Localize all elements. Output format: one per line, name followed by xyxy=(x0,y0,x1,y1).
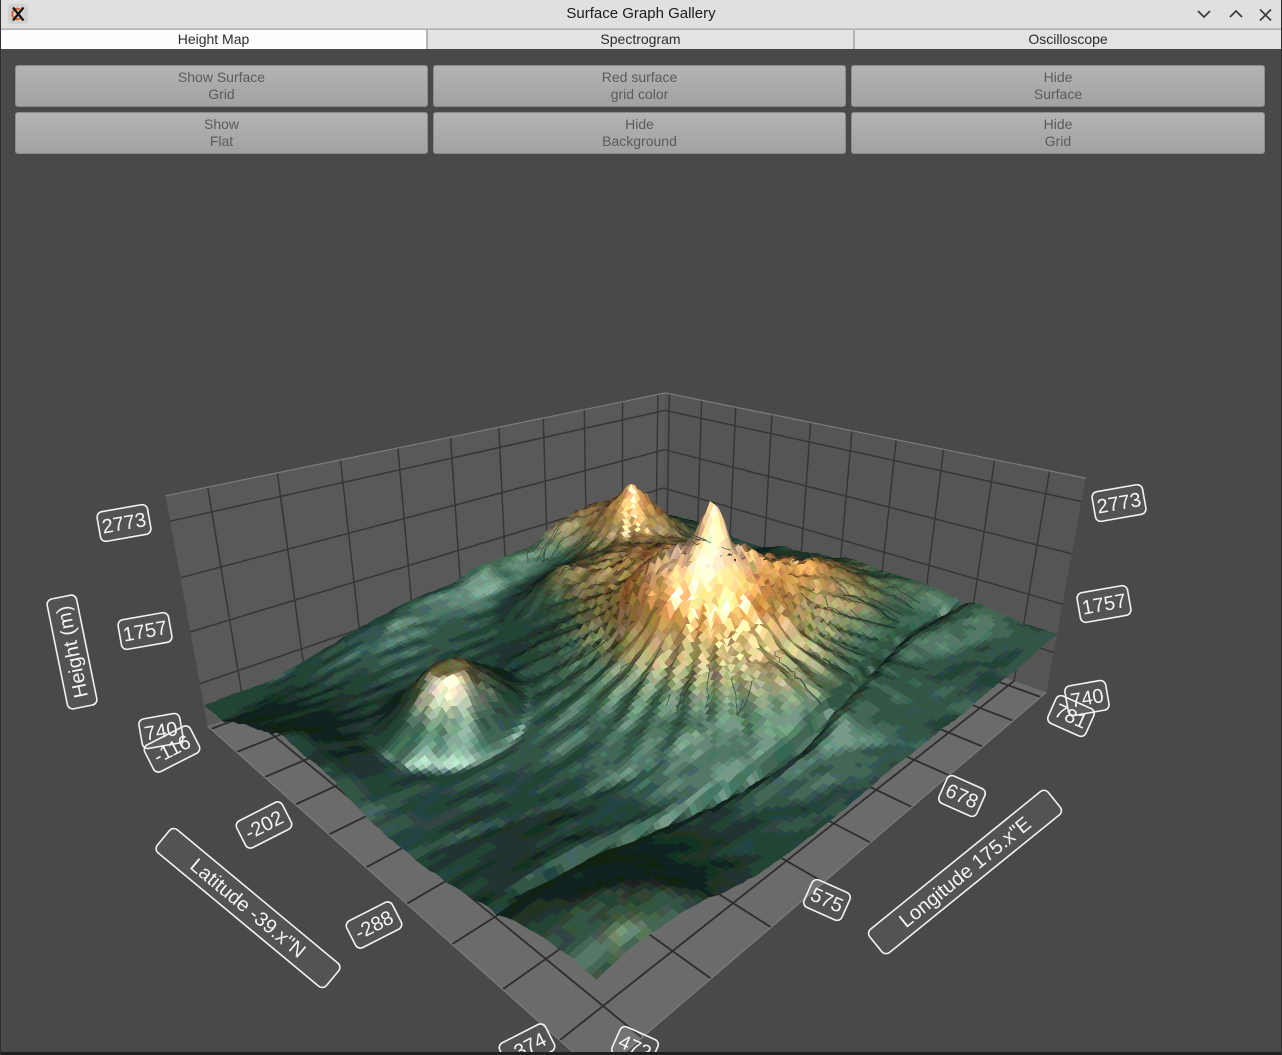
svg-text:Longitude 175.x"E: Longitude 175.x"E xyxy=(895,813,1035,933)
svg-text:Latitude -39.x"N: Latitude -39.x"N xyxy=(186,855,310,963)
